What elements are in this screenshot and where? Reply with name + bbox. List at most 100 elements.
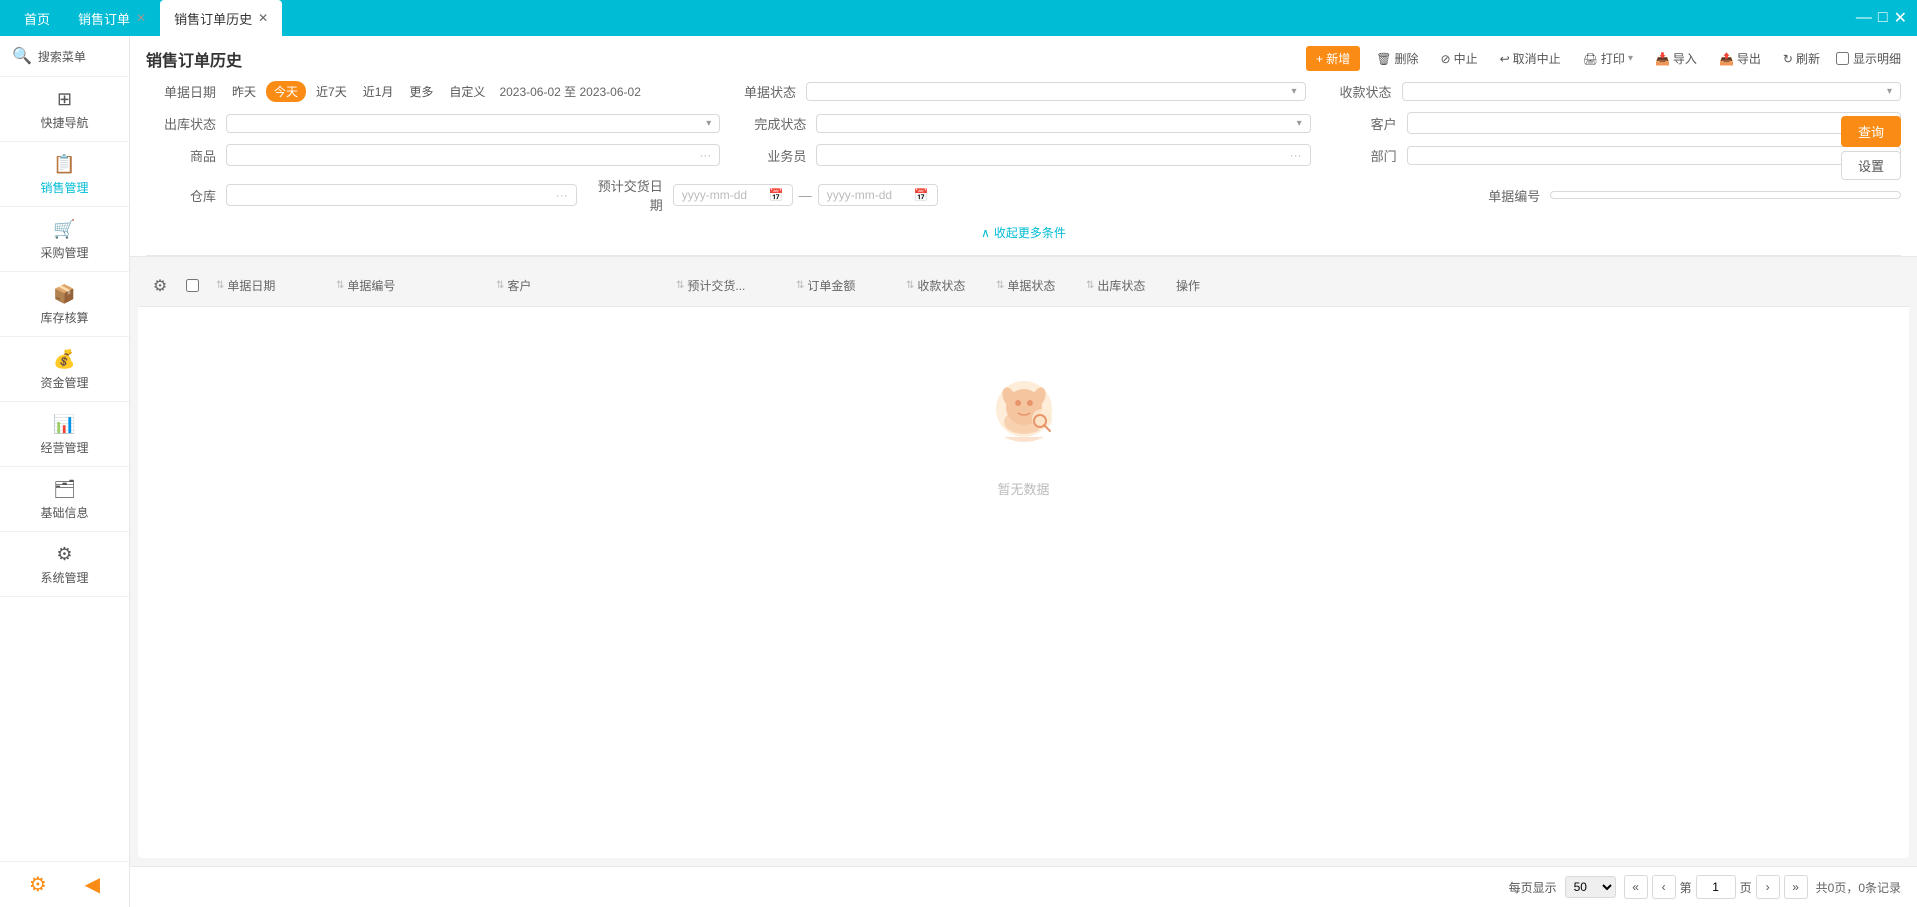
sidebar-item-finance[interactable]: 💰 资金管理 — [0, 337, 129, 402]
sidebar-search[interactable]: 🔍 搜索菜单 — [0, 36, 129, 77]
delivery-date-start[interactable]: yyyy-mm-dd 📅 — [673, 184, 793, 206]
date-tab-today[interactable]: 今天 — [266, 81, 306, 102]
next-page-btn[interactable]: › — [1756, 875, 1780, 899]
delivery-start-text: yyyy-mm-dd — [682, 188, 747, 202]
date-tab-1month[interactable]: 近1月 — [357, 81, 400, 102]
date-range-display: 2023-06-02 至 2023-06-02 — [499, 83, 640, 100]
minimize-btn[interactable]: — — [1856, 9, 1872, 27]
sort-out-status-icon: ⇅ — [1086, 280, 1094, 291]
salesperson-input[interactable]: ··· — [816, 144, 1310, 166]
order-no-label: 单据编号 — [1470, 186, 1550, 205]
tab-sales-order-history-close[interactable]: ✕ — [258, 11, 268, 25]
tab-sales-order[interactable]: 销售订单 ✕ — [64, 0, 160, 36]
th-delivery[interactable]: ⇅ 预计交货... — [668, 277, 788, 294]
finance-icon: 💰 — [53, 349, 75, 370]
sort-payment-icon: ⇅ — [906, 280, 914, 291]
order-no-input[interactable] — [1550, 191, 1901, 199]
date-tab-more[interactable]: 更多 — [403, 81, 439, 102]
sidebar-item-quick-nav[interactable]: ⊞ 快捷导航 — [0, 77, 129, 142]
delivery-date-end[interactable]: yyyy-mm-dd 📅 — [818, 184, 938, 206]
th-delivery-label: 预计交货... — [687, 277, 745, 294]
import-button[interactable]: 📥 导入 — [1649, 47, 1703, 70]
query-button[interactable]: 查询 — [1841, 116, 1901, 147]
filter-row-3: 商品 ··· 业务员 ··· 部门 — [146, 144, 1901, 166]
export-button[interactable]: 📤 导出 — [1713, 47, 1767, 70]
payment-status-select[interactable]: ▾ — [1402, 82, 1902, 101]
pagination-controls: « ‹ 第 页 › » — [1624, 875, 1808, 899]
tab-sales-order-history[interactable]: 销售订单历史 ✕ — [160, 0, 282, 36]
out-status-arrow: ▾ — [706, 118, 711, 129]
th-customer[interactable]: ⇅ 客户 — [488, 277, 668, 294]
th-date[interactable]: ⇅ 单据日期 — [208, 277, 328, 294]
sidebar-item-purchase-mgmt[interactable]: 🛒 采购管理 — [0, 207, 129, 272]
show-detail-input[interactable] — [1836, 52, 1849, 65]
select-all-checkbox[interactable] — [176, 279, 208, 292]
import-label: 导入 — [1673, 50, 1697, 67]
filter-settings-button[interactable]: 设置 — [1841, 151, 1901, 180]
complete-status-select[interactable]: ▾ — [816, 114, 1310, 133]
sidebar-item-ops-mgmt[interactable]: 📊 经营管理 — [0, 402, 129, 467]
sidebar-item-sys-mgmt-label: 系统管理 — [40, 569, 88, 586]
table-settings-icon[interactable]: ⚙ — [144, 276, 176, 296]
customer-input[interactable]: ··· — [1407, 112, 1901, 134]
date-tab-7days[interactable]: 近7天 — [310, 81, 353, 102]
collapse-button[interactable]: ∧ 收起更多条件 — [977, 220, 1070, 245]
sort-asc-icon: ⇅ — [216, 280, 224, 291]
th-payment-status[interactable]: ⇅ 收款状态 — [898, 277, 988, 294]
tab-sales-order-close[interactable]: ✕ — [136, 11, 146, 25]
show-detail-checkbox[interactable]: 显示明细 — [1836, 50, 1901, 67]
delete-button[interactable]: 🗑 删除 — [1370, 47, 1424, 70]
last-page-btn[interactable]: » — [1784, 875, 1808, 899]
cancel-stop-button[interactable]: ↩ 取消中止 — [1494, 47, 1567, 70]
prev-page-btn[interactable]: ‹ — [1652, 875, 1676, 899]
th-number-label: 单据编号 — [347, 277, 395, 294]
out-status-select[interactable]: ▾ — [226, 114, 720, 133]
maximize-btn[interactable]: □ — [1878, 9, 1888, 27]
dept-select[interactable]: ▾ — [1407, 146, 1901, 165]
sidebar-settings-icon[interactable]: ⚙ — [29, 872, 47, 897]
sidebar-item-finance-label: 资金管理 — [40, 374, 88, 391]
sidebar-item-base-info[interactable]: 🗂 基础信息 — [0, 467, 129, 532]
sidebar-item-inventory[interactable]: 📦 库存核算 — [0, 272, 129, 337]
tab-home[interactable]: 首页 — [10, 9, 64, 28]
page-number-input[interactable] — [1696, 875, 1736, 899]
sidebar-collapse-icon[interactable]: ◀ — [85, 872, 100, 897]
filter-row-2: 出库状态 ▾ 完成状态 ▾ 客户 — [146, 112, 1901, 134]
table-header: ⚙ ⇅ 单据日期 ⇅ 单据编号 ⇅ 客户 ⇅ 预计交货. — [138, 265, 1909, 307]
stop-label: 中止 — [1454, 50, 1478, 67]
th-out-status[interactable]: ⇅ 出库状态 — [1078, 277, 1168, 294]
new-button[interactable]: + 新增 — [1306, 46, 1360, 71]
th-order-status[interactable]: ⇅ 单据状态 — [988, 277, 1078, 294]
page-size-select[interactable]: 20 50 100 — [1565, 876, 1616, 898]
first-page-btn[interactable]: « — [1624, 875, 1648, 899]
page-title: 销售订单历史 — [146, 47, 242, 71]
order-status-label: 单据状态 — [726, 82, 806, 101]
order-status-select[interactable]: ▾ — [806, 82, 1306, 101]
filter-area: 单据日期 昨天 今天 近7天 近1月 更多 自定义 2023-06-02 至 2… — [146, 81, 1901, 256]
product-input[interactable]: ··· — [226, 144, 720, 166]
warehouse-label: 仓库 — [146, 186, 226, 205]
date-tab-yesterday[interactable]: 昨天 — [226, 81, 262, 102]
warehouse-dots: ··· — [556, 188, 568, 202]
th-amount[interactable]: ⇅ 订单金额 — [788, 277, 898, 294]
th-operation: 操作 — [1168, 277, 1903, 294]
th-operation-label: 操作 — [1176, 277, 1200, 294]
warehouse-input[interactable]: ··· — [226, 184, 577, 206]
customer-label: 客户 — [1327, 114, 1407, 133]
sidebar-item-sales-mgmt[interactable]: 📋 销售管理 — [0, 142, 129, 207]
stop-icon: ⊘ — [1441, 52, 1451, 66]
close-btn[interactable]: ✕ — [1894, 8, 1907, 28]
select-all-input[interactable] — [186, 279, 199, 292]
footer-pagination: 每页显示 20 50 100 « ‹ 第 页 › » 共0页，0条记录 — [130, 866, 1917, 907]
th-customer-label: 客户 — [507, 277, 531, 294]
stop-button[interactable]: ⊘ 中止 — [1435, 47, 1484, 70]
refresh-button[interactable]: ↻ 刷新 — [1777, 47, 1826, 70]
date-tab-custom[interactable]: 自定义 — [443, 81, 491, 102]
sort-order-status-icon: ⇅ — [996, 280, 1004, 291]
date-dash: — — [799, 188, 812, 203]
print-button[interactable]: 🖨 打印 ▾ — [1577, 47, 1639, 70]
th-number[interactable]: ⇅ 单据编号 — [328, 277, 488, 294]
sidebar-item-sys-mgmt[interactable]: ⚙ 系统管理 — [0, 532, 129, 597]
print-arrow-icon: ▾ — [1628, 53, 1633, 64]
date-label: 单据日期 — [146, 82, 226, 101]
